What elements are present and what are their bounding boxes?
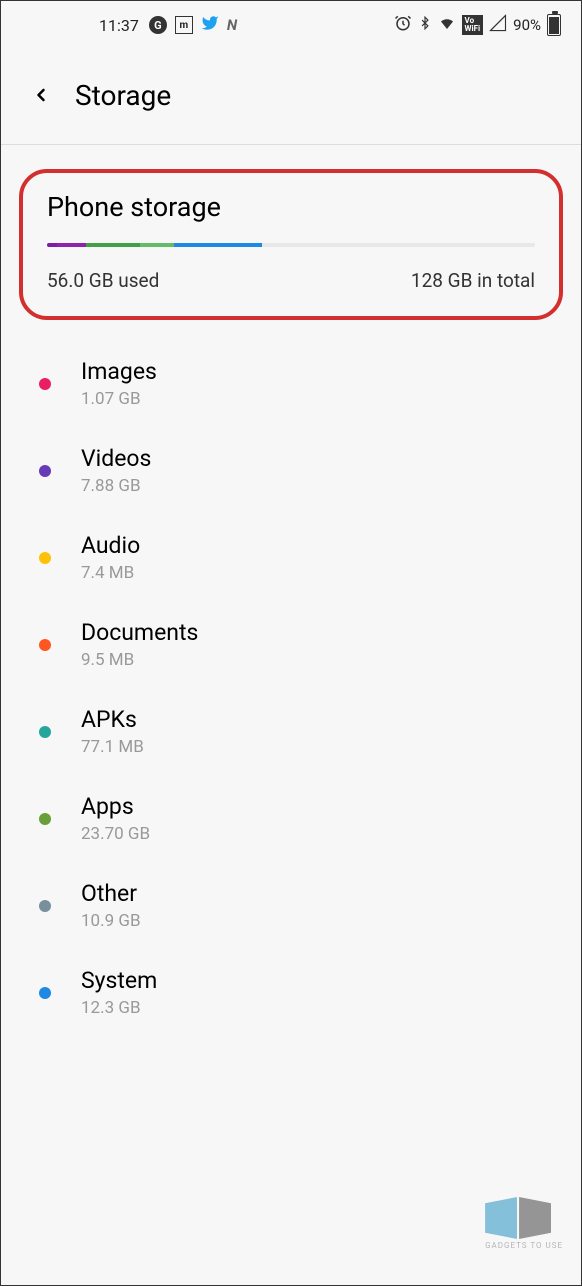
category-name: APKs xyxy=(81,706,144,733)
category-item-apps[interactable]: Apps 23.70 GB xyxy=(1,775,581,862)
category-dot-icon xyxy=(39,726,51,738)
category-size: 1.07 GB xyxy=(81,389,157,409)
wifi-icon xyxy=(438,14,456,36)
bluetooth-icon xyxy=(418,14,432,36)
page-title: Storage xyxy=(75,79,171,112)
battery-icon xyxy=(547,14,561,36)
category-item-videos[interactable]: Videos 7.88 GB xyxy=(1,427,581,514)
category-dot-icon xyxy=(39,552,51,564)
status-notification-icons: G m N xyxy=(149,14,237,36)
category-dot-icon xyxy=(39,900,51,912)
category-size: 12.3 GB xyxy=(81,998,157,1018)
vowifi-icon: VoWiFi xyxy=(462,15,484,35)
category-item-documents[interactable]: Documents 9.5 MB xyxy=(1,601,581,688)
storage-progress-bar xyxy=(47,243,535,247)
category-dot-icon xyxy=(39,987,51,999)
back-button[interactable] xyxy=(31,79,51,112)
category-dot-icon xyxy=(39,465,51,477)
category-dot-icon xyxy=(39,813,51,825)
storage-used-label: 56.0 GB used xyxy=(47,269,159,292)
google-icon: G xyxy=(149,16,167,34)
storage-total-label: 128 GB in total xyxy=(411,269,535,292)
category-item-images[interactable]: Images 1.07 GB xyxy=(1,340,581,427)
category-name: Images xyxy=(81,358,157,385)
alarm-icon xyxy=(394,14,412,36)
category-item-apks[interactable]: APKs 77.1 MB xyxy=(1,688,581,775)
category-dot-icon xyxy=(39,639,51,651)
watermark-text: GADGETS TO USE xyxy=(485,1241,563,1250)
category-item-other[interactable]: Other 10.9 GB xyxy=(1,862,581,949)
category-name: Documents xyxy=(81,619,198,646)
category-item-audio[interactable]: Audio 7.4 MB xyxy=(1,514,581,601)
category-name: Audio xyxy=(81,532,140,559)
category-size: 10.9 GB xyxy=(81,911,141,931)
category-name: Videos xyxy=(81,445,151,472)
phone-storage-card[interactable]: Phone storage 56.0 GB used 128 GB in tot… xyxy=(19,169,563,320)
category-size: 7.88 GB xyxy=(81,476,151,496)
page-header: Storage xyxy=(1,49,581,145)
storage-category-list: Images 1.07 GB Videos 7.88 GB Audio 7.4 MB Doc… xyxy=(1,328,581,1048)
status-time: 11:37 xyxy=(99,16,139,35)
category-size: 7.4 MB xyxy=(81,563,140,583)
category-name: Apps xyxy=(81,793,150,820)
status-system-icons: VoWiFi 90% xyxy=(394,14,561,36)
battery-percent: 90% xyxy=(513,16,541,34)
category-size: 77.1 MB xyxy=(81,737,144,757)
category-size: 23.70 GB xyxy=(81,824,150,844)
m-icon: m xyxy=(175,16,193,34)
category-size: 9.5 MB xyxy=(81,650,198,670)
category-name: System xyxy=(81,967,157,994)
status-bar: 11:37 G m N VoWiFi 90% xyxy=(1,1,581,49)
phone-storage-title: Phone storage xyxy=(47,191,535,223)
watermark: GADGETS TO USE xyxy=(485,1197,563,1250)
category-item-system[interactable]: System 12.3 GB xyxy=(1,949,581,1036)
signal-icon xyxy=(489,14,507,36)
storage-stats: 56.0 GB used 128 GB in total xyxy=(47,269,535,292)
twitter-icon xyxy=(201,14,219,36)
category-dot-icon xyxy=(39,378,51,390)
category-name: Other xyxy=(81,880,141,907)
n-icon: N xyxy=(227,16,237,34)
